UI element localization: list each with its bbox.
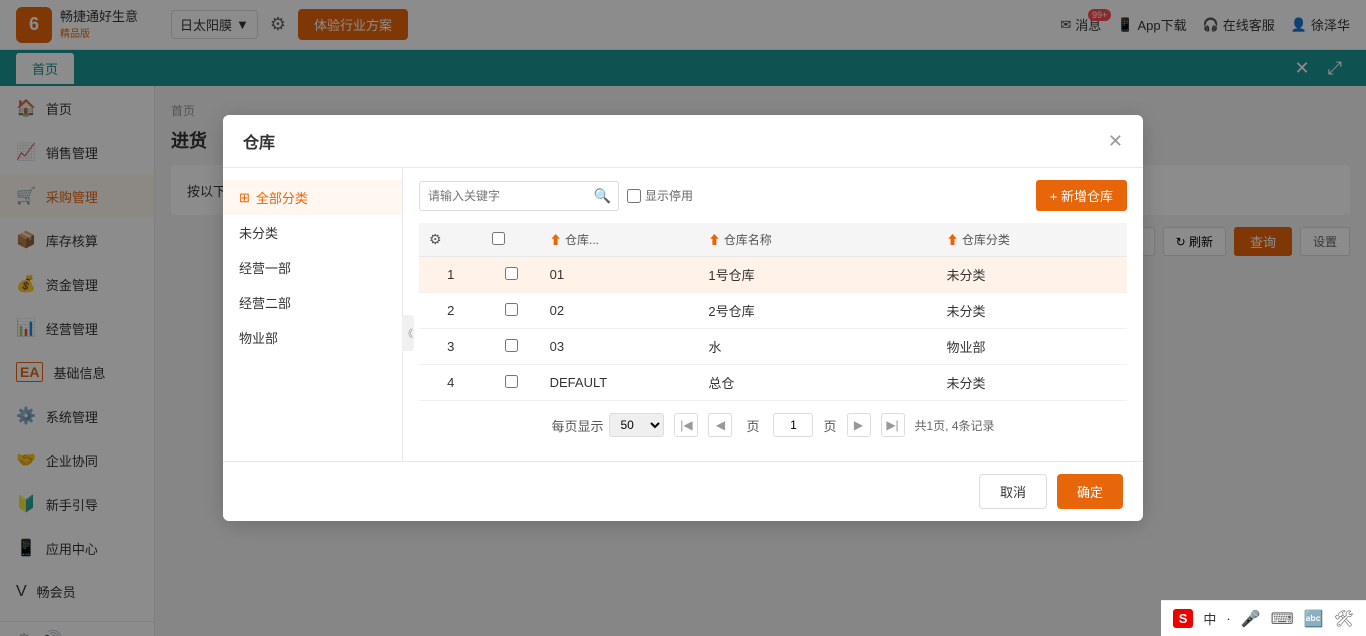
category-label-unclassified: 未分类 [239, 223, 278, 242]
filter-icon: ⬆ [708, 233, 720, 247]
search-input[interactable] [419, 181, 619, 211]
row-gear-4: 4 [419, 365, 482, 401]
warehouse-dialog: 仓库 ✕ 《 ⊞ 全部分类 未分类 经营一部 经营二部 [223, 115, 1143, 521]
row-code-3: 03 [540, 329, 699, 365]
per-page-label: 每页显示 [551, 416, 603, 435]
mic-icon[interactable]: 🎤 [1241, 609, 1261, 629]
search-input-wrap: 🔍 [419, 181, 619, 211]
table-row[interactable]: 3 03 水 物业部 [419, 329, 1127, 365]
search-wrap: 🔍 显示停用 [419, 181, 693, 211]
row-check-2[interactable] [482, 293, 539, 329]
category-label-dept1: 经营一部 [239, 258, 291, 277]
row-num-1: 1 [447, 267, 454, 282]
category-item-dept1[interactable]: 经营一部 [223, 250, 402, 285]
search-icon[interactable]: 🔍 [594, 187, 611, 204]
settings-tray-icon[interactable]: 🛠 [1334, 609, 1354, 629]
col-header-name: ⬆ 仓库名称 [698, 223, 936, 257]
keyboard-icon[interactable]: ⌨ [1271, 609, 1294, 629]
select-all-checkbox[interactable] [492, 232, 505, 245]
row-check-1[interactable] [482, 257, 539, 293]
zh-label[interactable]: 中 [1203, 609, 1216, 628]
row-gear-2: 2 [419, 293, 482, 329]
per-page-select[interactable]: 50 20 100 [609, 413, 664, 437]
page-last-button[interactable]: ▶| [881, 413, 905, 437]
row-code-4: DEFAULT [540, 365, 699, 401]
table-header-row: ⚙ ⬆ 仓库... ⬆ [419, 223, 1127, 257]
dot-icon: · [1226, 611, 1230, 626]
dialog-header: 仓库 ✕ [223, 115, 1143, 168]
close-icon[interactable]: ✕ [1108, 131, 1123, 152]
new-warehouse-button[interactable]: + 新增仓库 [1036, 180, 1127, 211]
col-header-gear: ⚙ [419, 223, 482, 257]
category-label-all: 全部分类 [256, 188, 308, 207]
confirm-button[interactable]: 确定 [1057, 474, 1123, 509]
grid-icon: ⊞ [239, 190, 250, 206]
category-item-unclassified[interactable]: 未分类 [223, 215, 402, 250]
row-num-2: 2 [447, 303, 454, 318]
page-total-info: 共1页, 4条记录 [915, 417, 995, 434]
gear-icon[interactable]: ⚙ [429, 231, 442, 247]
col-header-category: ⬆ 仓库分类 [936, 223, 1127, 257]
page-next-button[interactable]: ▶ [847, 413, 871, 437]
warehouse-table: ⚙ ⬆ 仓库... ⬆ [419, 223, 1127, 401]
sort-icon: ⬆ [550, 233, 562, 247]
row-cat-2: 未分类 [936, 293, 1127, 329]
row-cat-3: 物业部 [936, 329, 1127, 365]
row-name-2: 2号仓库 [698, 293, 936, 329]
category-label-property: 物业部 [239, 328, 278, 347]
category-panel: 《 ⊞ 全部分类 未分类 经营一部 经营二部 物业部 [223, 168, 403, 461]
row-code-1: 01 [540, 257, 699, 293]
per-page-select-wrap: 每页显示 50 20 100 [551, 413, 664, 437]
panel-collapse-button[interactable]: 《 [402, 315, 414, 351]
modal-overlay: 仓库 ✕ 《 ⊞ 全部分类 未分类 经营一部 经营二部 [0, 0, 1366, 636]
row-num-3: 3 [447, 339, 454, 354]
row-gear-1: 1 [419, 257, 482, 293]
dialog-body: 《 ⊞ 全部分类 未分类 经营一部 经营二部 物业部 [223, 168, 1143, 461]
dialog-footer: 取消 确定 [223, 461, 1143, 521]
page-label: 页 [823, 416, 836, 435]
category-item-dept2[interactable]: 经营二部 [223, 285, 402, 320]
dialog-title: 仓库 [243, 129, 275, 153]
right-toolbar: 🔍 显示停用 + 新增仓库 [419, 180, 1127, 211]
page-first-button[interactable]: |◀ [674, 413, 698, 437]
row-gear-3: 3 [419, 329, 482, 365]
row-cat-4: 未分类 [936, 365, 1127, 401]
category-label-dept2: 经营二部 [239, 293, 291, 312]
col-header-check [482, 223, 539, 257]
row-checkbox-3[interactable] [505, 339, 518, 352]
page-text: 页 [746, 416, 759, 435]
page-prev-button[interactable]: ◀ [708, 413, 732, 437]
row-cat-1: 未分类 [936, 257, 1127, 293]
row-name-3: 水 [698, 329, 936, 365]
row-checkbox-4[interactable] [505, 375, 518, 388]
category-item-property[interactable]: 物业部 [223, 320, 402, 355]
row-code-2: 02 [540, 293, 699, 329]
bottom-bar: S 中 · 🎤 ⌨ 🔤 🛠 [1161, 600, 1366, 636]
table-row[interactable]: 2 02 2号仓库 未分类 [419, 293, 1127, 329]
show-disabled-text: 显示停用 [645, 187, 693, 204]
show-disabled-checkbox[interactable] [627, 189, 641, 203]
table-container: ⚙ ⬆ 仓库... ⬆ [419, 223, 1127, 401]
row-checkbox-1[interactable] [505, 267, 518, 280]
col-header-code: ⬆ 仓库... [540, 223, 699, 257]
filter-cat-icon: ⬆ [946, 233, 958, 247]
row-name-1: 1号仓库 [698, 257, 936, 293]
category-item-all[interactable]: ⊞ 全部分类 [223, 180, 402, 215]
right-panel: 🔍 显示停用 + 新增仓库 [403, 168, 1143, 461]
table-row[interactable]: 4 DEFAULT 总仓 未分类 [419, 365, 1127, 401]
row-check-3[interactable] [482, 329, 539, 365]
row-num-4: 4 [447, 375, 454, 390]
sougou-icon: S [1173, 609, 1194, 628]
row-check-4[interactable] [482, 365, 539, 401]
cancel-button[interactable]: 取消 [979, 474, 1047, 509]
row-name-4: 总仓 [698, 365, 936, 401]
pagination-bar: 每页显示 50 20 100 |◀ ◀ 页 页 ▶ ▶| 共1页, 4条记录 [419, 401, 1127, 449]
translate-icon[interactable]: 🔤 [1304, 609, 1324, 629]
table-row[interactable]: 1 01 1号仓库 未分类 [419, 257, 1127, 293]
show-disabled-label: 显示停用 [627, 187, 693, 204]
row-checkbox-2[interactable] [505, 303, 518, 316]
page-input[interactable] [773, 413, 813, 437]
